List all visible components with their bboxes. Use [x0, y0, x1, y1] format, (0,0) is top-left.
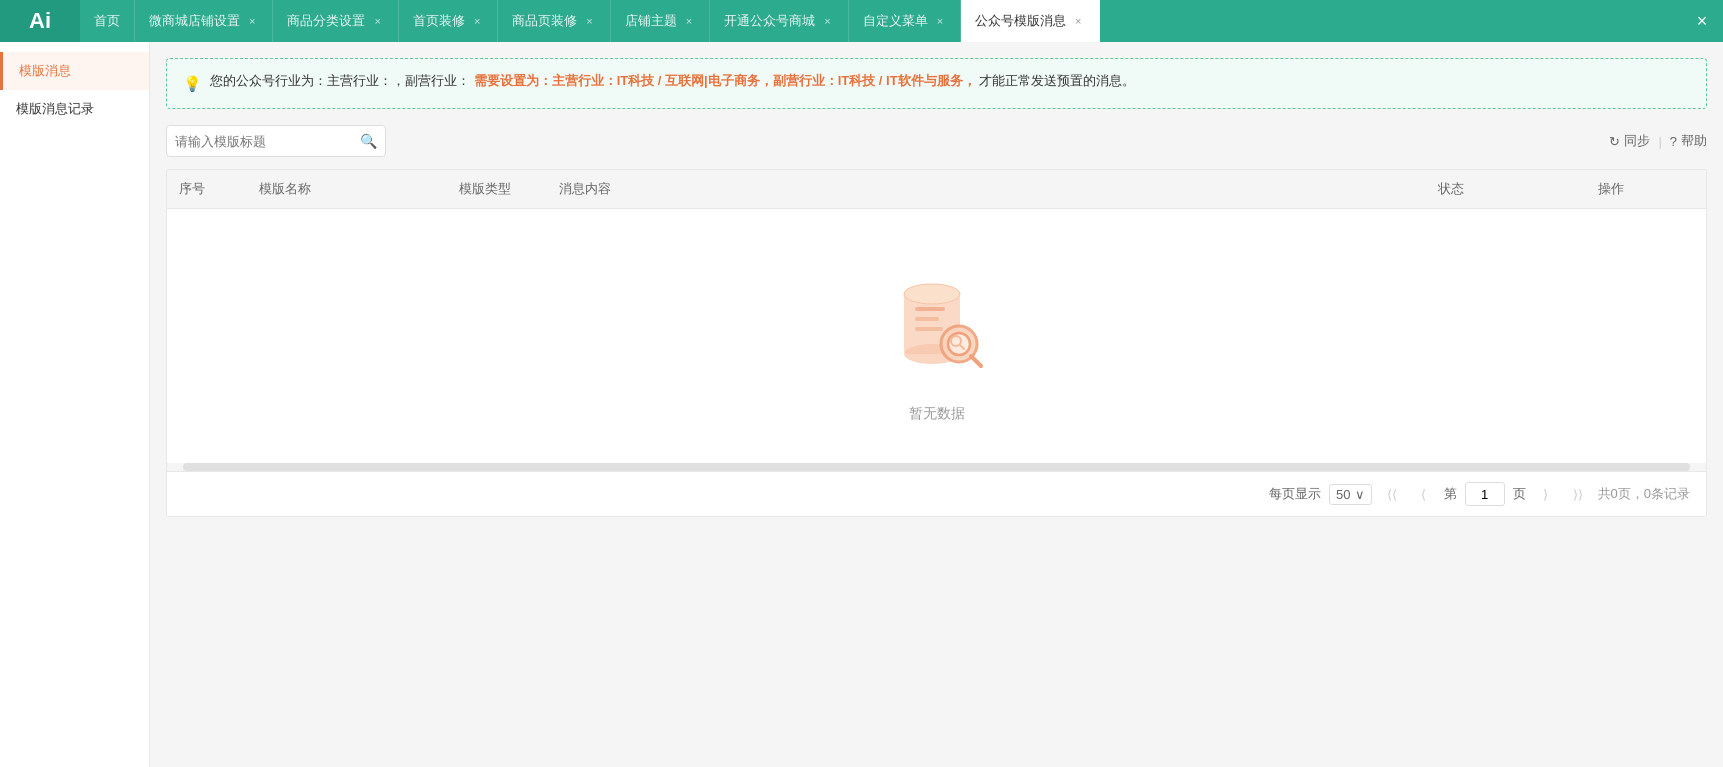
toolbar-row: 🔍 ↻ 同步 | ? 帮助	[166, 125, 1707, 157]
svg-rect-4	[915, 317, 939, 321]
nav-tab-close[interactable]: ×	[246, 14, 258, 28]
nav-tab-close[interactable]: ×	[371, 14, 383, 28]
nav-tab-theme[interactable]: 店铺主题 ×	[611, 0, 710, 42]
svg-rect-3	[915, 307, 945, 311]
scrollbar-track	[183, 463, 1690, 471]
nav-tab-close[interactable]: ×	[934, 14, 946, 28]
page-size-label: 每页显示	[1269, 485, 1321, 503]
svg-point-6	[904, 284, 960, 304]
divider: |	[1658, 134, 1661, 149]
sidebar-item-template-record[interactable]: 模版消息记录	[0, 90, 149, 128]
svg-rect-5	[915, 327, 943, 331]
nav-tab-close[interactable]: ×	[583, 14, 595, 28]
nav-tab-category[interactable]: 商品分类设置 ×	[273, 0, 398, 42]
page-total: 共0页，0条记录	[1598, 485, 1690, 503]
notice-text: 您的公众号行业为：主营行业：，副营行业： 需要设置为：主营行业：IT科技 / 互…	[210, 71, 1690, 92]
app-logo: Ai	[0, 0, 80, 42]
toolbar-right: ↻ 同步 | ? 帮助	[1609, 132, 1707, 150]
notice-icon: 💡	[183, 72, 202, 96]
pagination-row: 每页显示 50 ∨ ⟨⟨ ⟨ 第 页 ⟩ ⟩⟩ 共0页，0条记录	[167, 471, 1706, 516]
content-area: 💡 您的公众号行业为：主营行业：，副营行业： 需要设置为：主营行业：IT科技 /…	[150, 42, 1723, 767]
chevron-down-icon: ∨	[1355, 487, 1365, 502]
scrollbar-area[interactable]	[167, 463, 1706, 471]
sidebar-item-template-msg[interactable]: 模版消息	[0, 52, 149, 90]
nav-tab-close[interactable]: ×	[683, 14, 695, 28]
svg-line-10	[971, 356, 981, 366]
table-header: 序号 模版名称 模版类型 消息内容 状态 操作	[167, 170, 1706, 209]
search-icon[interactable]: 🔍	[360, 133, 377, 149]
nav-tab-label: 首页	[94, 12, 120, 30]
col-status: 状态	[1426, 170, 1586, 208]
nav-tab-home[interactable]: 首页	[80, 0, 135, 42]
search-box: 🔍	[166, 125, 386, 157]
nav-tabs: 首页微商城店铺设置×商品分类设置×首页装修×商品页装修×店铺主题×开通公众号商城…	[80, 0, 1681, 42]
nav-tab-wshop[interactable]: 微商城店铺设置 ×	[135, 0, 273, 42]
nav-tab-label: 商品分类设置	[287, 12, 365, 30]
nav-tab-custommenu[interactable]: 自定义菜单 ×	[849, 0, 961, 42]
notice-banner: 💡 您的公众号行业为：主营行业：，副营行业： 需要设置为：主营行业：IT科技 /…	[166, 58, 1707, 109]
nav-tab-homepage[interactable]: 首页装修 ×	[399, 0, 498, 42]
help-icon: ?	[1670, 134, 1677, 149]
nav-tab-label: 首页装修	[413, 12, 465, 30]
nav-tab-wechat[interactable]: 开通公众号商城 ×	[710, 0, 848, 42]
nav-tab-label: 开通公众号商城	[724, 12, 815, 30]
nav-tab-label: 店铺主题	[625, 12, 677, 30]
page-unit: 页	[1513, 485, 1526, 503]
nav-tab-close[interactable]: ×	[1072, 14, 1084, 28]
last-page-button[interactable]: ⟩⟩	[1566, 482, 1590, 506]
sidebar: 模版消息模版消息记录	[0, 42, 150, 767]
page-size-select[interactable]: 50 ∨	[1329, 484, 1371, 505]
page-prefix: 第	[1444, 485, 1457, 503]
first-page-button[interactable]: ⟨⟨	[1380, 482, 1404, 506]
empty-state: 暂无数据	[167, 209, 1706, 463]
col-seq: 序号	[167, 170, 247, 208]
col-name: 模版名称	[247, 170, 447, 208]
nav-tab-label: 微商城店铺设置	[149, 12, 240, 30]
next-page-button[interactable]: ⟩	[1534, 482, 1558, 506]
prev-page-button[interactable]: ⟨	[1412, 482, 1436, 506]
col-content: 消息内容	[547, 170, 1426, 208]
top-nav: Ai 首页微商城店铺设置×商品分类设置×首页装修×商品页装修×店铺主题×开通公众…	[0, 0, 1723, 42]
empty-text: 暂无数据	[909, 405, 965, 423]
page-number-input[interactable]	[1465, 482, 1505, 506]
main-layout: 模版消息模版消息记录 💡 您的公众号行业为：主营行业：，副营行业： 需要设置为：…	[0, 42, 1723, 767]
help-button[interactable]: ? 帮助	[1670, 132, 1707, 150]
col-action: 操作	[1586, 170, 1706, 208]
data-table: 序号 模版名称 模版类型 消息内容 状态 操作	[166, 169, 1707, 517]
nav-tab-template[interactable]: 公众号模版消息 ×	[961, 0, 1099, 42]
empty-illustration	[877, 269, 997, 389]
search-input[interactable]	[175, 134, 360, 149]
nav-tab-label: 公众号模版消息	[975, 12, 1066, 30]
nav-tab-close[interactable]: ×	[821, 14, 833, 28]
sync-icon: ↻	[1609, 134, 1620, 149]
global-close-button[interactable]: ×	[1681, 0, 1723, 42]
col-type: 模版类型	[447, 170, 547, 208]
nav-tab-label: 自定义菜单	[863, 12, 928, 30]
nav-tab-product[interactable]: 商品页装修 ×	[498, 0, 610, 42]
nav-tab-label: 商品页装修	[512, 12, 577, 30]
nav-tab-close[interactable]: ×	[471, 14, 483, 28]
sync-button[interactable]: ↻ 同步	[1609, 132, 1650, 150]
